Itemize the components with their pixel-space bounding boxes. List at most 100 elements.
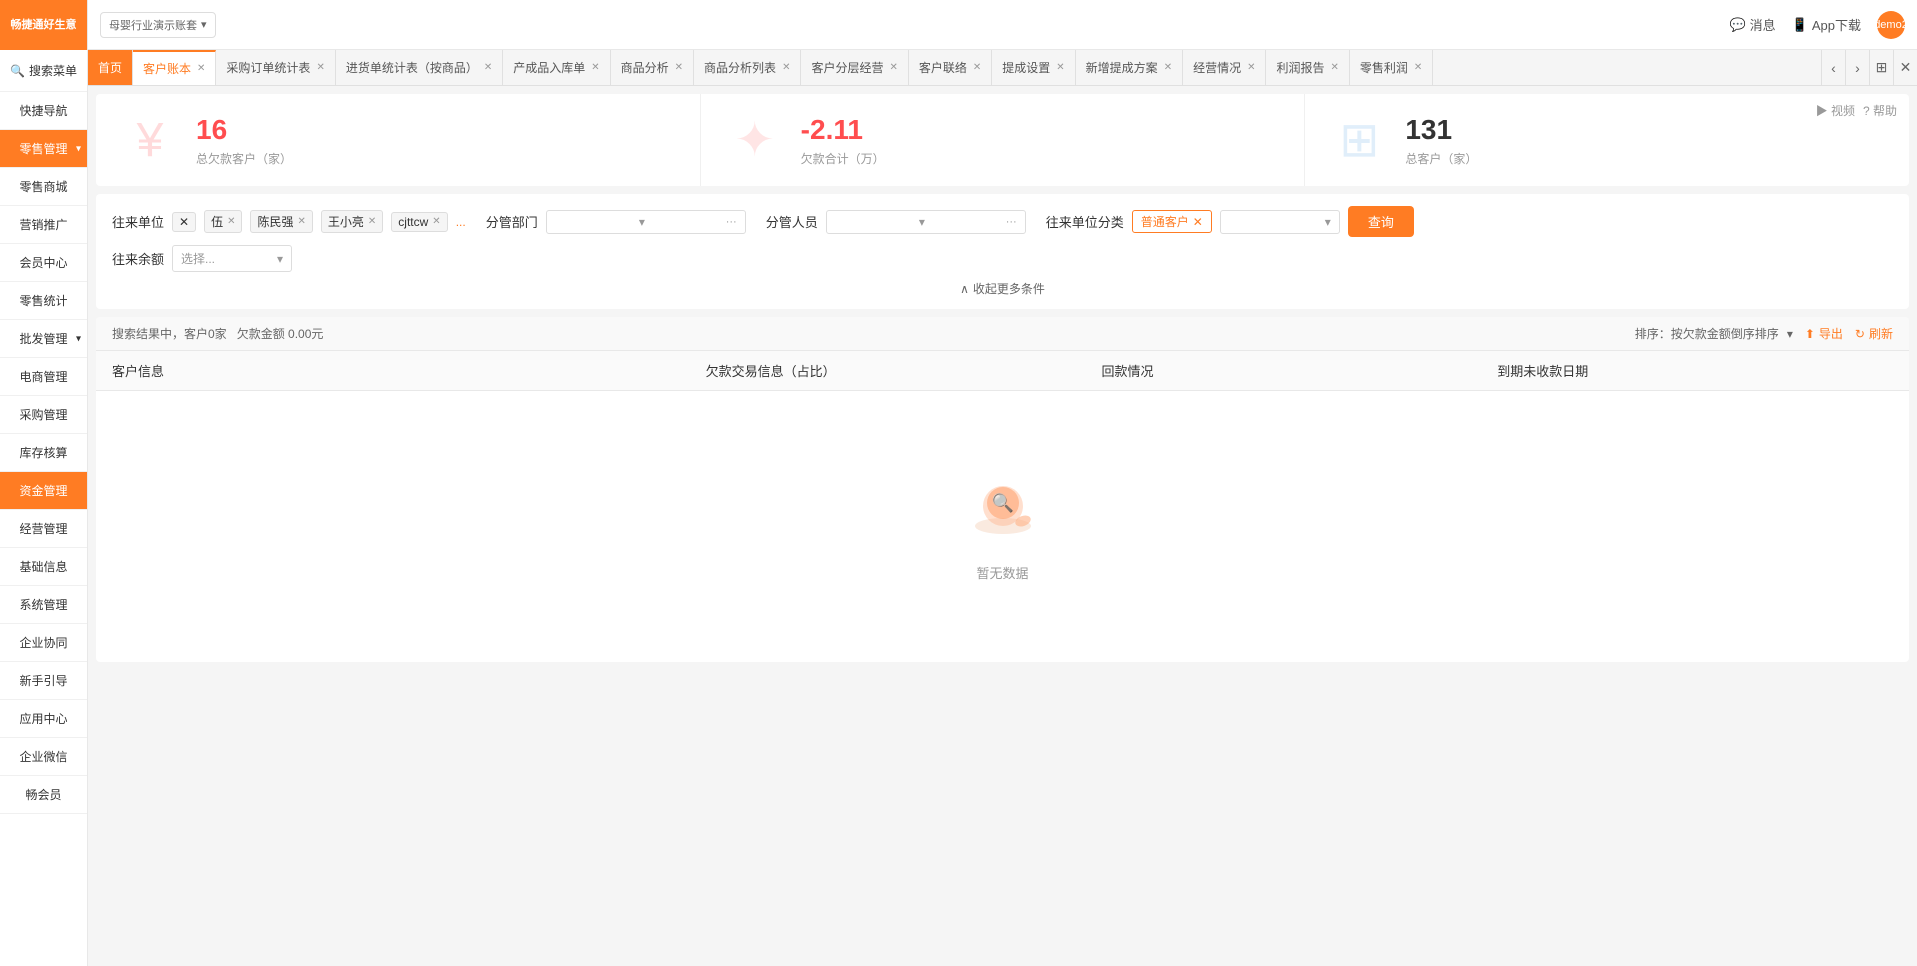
app-download-btn[interactable]: 📱 App下载 [1792,15,1861,34]
filter-tag-wu[interactable]: 伍 ✕ [204,210,242,233]
tab-operation[interactable]: 经营情况 ✕ [1183,50,1266,86]
sidebar-item-beginner[interactable]: 新手引导 [0,662,87,700]
stat-card-customers: ¥ 16 总欠款客户（家） [96,94,701,186]
filter-balance-select[interactable]: 选择... ▾ [172,245,292,272]
account-selector[interactable]: 母婴行业演示账套 ▾ [100,12,216,38]
sidebar-item-operations[interactable]: 经营管理 [0,510,87,548]
remove-tag-chen[interactable]: ✕ [298,216,306,227]
sidebar-item-member[interactable]: 会员中心 [0,244,87,282]
sidebar-item-retail-mgmt[interactable]: 零售管理 [0,130,87,168]
sidebar-item-retail-stats[interactable]: 零售统计 [0,282,87,320]
sidebar: 畅捷通好生意 🔍 搜索菜单 快捷导航 零售管理 零售商城 营销推广 会员中心 零… [0,0,88,966]
close-tab-customer-layer[interactable]: ✕ [889,62,897,73]
filter-unit-label: 往来单位 [112,212,164,231]
filter-dept-select[interactable]: ▾ ··· [546,210,746,234]
tab-close-all[interactable]: ✕ [1893,50,1917,86]
svg-text:🔍: 🔍 [991,491,1013,513]
tab-product-analysis-list[interactable]: 商品分析列表 ✕ [694,50,801,86]
tab-product-inbound[interactable]: 产成品入库单 ✕ [503,50,610,86]
stat-label-customers: 总欠款客户（家） [196,150,292,167]
sidebar-item-member2[interactable]: 畅会员 [0,776,87,814]
close-tab-new-commission[interactable]: ✕ [1164,62,1172,73]
sidebar-item-enterprise[interactable]: 企业协同 [0,624,87,662]
close-tab-product-analysis-list[interactable]: ✕ [782,62,790,73]
video-btn[interactable]: ▶ 视频 [1816,102,1855,119]
stat-value-customers: 16 [196,114,292,146]
filter-classify-tag[interactable]: 普通客户 ✕ [1132,210,1212,233]
stat-label-debt: 欠款合计（万） [801,150,885,167]
balance-select-arrow: ▾ [277,252,283,266]
collapse-btn[interactable]: ∧ 收起更多条件 [960,280,1045,297]
close-tab-commission-setting[interactable]: ✕ [1056,62,1064,73]
tab-retail-profit[interactable]: 零售利润 ✕ [1350,50,1433,86]
stat-content-debt: -2.11 欠款合计（万） [801,114,885,167]
close-tab-customer-ledger[interactable]: ✕ [197,63,205,74]
topbar-right: 💬 消息 📱 App下载 demo2 [1729,11,1905,39]
filter-tag-unit-prefix[interactable]: ✕ [172,212,196,232]
remove-tag-wu[interactable]: ✕ [227,216,235,227]
sidebar-item-app-center[interactable]: 应用中心 [0,700,87,738]
tab-expand-arrow[interactable]: ⊞ [1869,50,1893,86]
tab-new-commission[interactable]: 新增提成方案 ✕ [1076,50,1183,86]
close-tab-retail-profit[interactable]: ✕ [1414,62,1422,73]
tab-stock-stats[interactable]: 进货单统计表（按商品） ✕ [336,50,503,86]
sidebar-item-weixin[interactable]: 企业微信 [0,738,87,776]
sidebar-item-purchase[interactable]: 采购管理 [0,396,87,434]
classify-select-arrow: ▾ [1325,215,1331,229]
stat-card-debt: ✦ -2.11 欠款合计（万） [701,94,1306,186]
th-customer-info: 客户信息 [112,361,706,380]
close-tab-purchase-order[interactable]: ✕ [316,62,324,73]
sidebar-item-quick-nav[interactable]: 快捷导航 [0,92,87,130]
sidebar-item-basic-info[interactable]: 基础信息 [0,548,87,586]
tab-profit-report[interactable]: 利润报告 ✕ [1266,50,1349,86]
close-tab-stock-stats[interactable]: ✕ [484,62,492,73]
sidebar-item-ecommerce[interactable]: 电商管理 [0,358,87,396]
query-button[interactable]: 查询 [1348,206,1414,237]
filter-classify-select[interactable]: ▾ [1220,210,1340,234]
sort-area[interactable]: 排序：按欠款金额倒序排序 ▾ [1635,325,1793,342]
help-btn[interactable]: ? 帮助 [1863,102,1897,119]
phone-icon: 📱 [1792,17,1808,33]
tab-prev-arrow[interactable]: ‹ [1821,50,1845,86]
remove-tag-wang[interactable]: ✕ [368,216,376,227]
remove-classify-tag[interactable]: ✕ [1193,215,1203,229]
filter-row-1: 往来单位 ✕ 伍 ✕ 陈民强 ✕ 王小亮 ✕ cjttcw [112,206,1893,237]
filter-tag-chen[interactable]: 陈民强 ✕ [250,210,312,233]
close-tab-product-analysis[interactable]: ✕ [675,62,683,73]
close-tab-product-inbound[interactable]: ✕ [591,62,599,73]
tab-customer-contact[interactable]: 客户联络 ✕ [909,50,992,86]
sort-arrow: ▾ [1787,327,1793,341]
tab-customer-ledger[interactable]: 客户账本 ✕ [133,50,216,86]
stat-value-debt: -2.11 [801,114,885,146]
avatar[interactable]: demo2 [1877,11,1905,39]
th-repayment: 回款情况 [1101,361,1497,380]
filter-classify-label: 往来单位分类 [1046,212,1124,231]
tab-next-arrow[interactable]: › [1845,50,1869,86]
filter-person-select[interactable]: ▾ ··· [826,210,1026,234]
close-tab-customer-contact[interactable]: ✕ [973,62,981,73]
sidebar-item-finance[interactable]: 资金管理 [0,472,87,510]
sidebar-item-system[interactable]: 系统管理 [0,586,87,624]
message-btn[interactable]: 💬 消息 [1729,15,1775,34]
stat-label-total: 总客户（家） [1405,150,1477,167]
sidebar-item-inventory[interactable]: 库存核算 [0,434,87,472]
remove-tag-cjttcw[interactable]: ✕ [432,216,440,227]
tab-customer-layer[interactable]: 客户分层经营 ✕ [801,50,908,86]
filter-row-2: 往来余额 选择... ▾ [112,245,1893,272]
tab-home[interactable]: 首页 [88,50,133,86]
filter-tag-wang[interactable]: 王小亮 ✕ [321,210,383,233]
close-tab-profit-report[interactable]: ✕ [1331,62,1339,73]
tab-product-analysis[interactable]: 商品分析 ✕ [611,50,694,86]
sidebar-search-menu[interactable]: 🔍 搜索菜单 [0,50,87,92]
sidebar-item-retail-mall[interactable]: 零售商城 [0,168,87,206]
sidebar-item-wholesale[interactable]: 批发管理 [0,320,87,358]
export-btn[interactable]: ⬆ 导出 [1805,325,1843,342]
tab-purchase-order[interactable]: 采购订单统计表 ✕ [216,50,335,86]
refresh-btn[interactable]: ↻ 刷新 [1855,325,1893,342]
filter-tag-cjttcw[interactable]: cjttcw ✕ [391,212,447,232]
tab-commission-setting[interactable]: 提成设置 ✕ [992,50,1075,86]
more-tags-btn[interactable]: ... [456,215,466,229]
close-tab-operation[interactable]: ✕ [1247,62,1255,73]
filter-dept-label: 分管部门 [486,212,538,231]
sidebar-item-marketing[interactable]: 营销推广 [0,206,87,244]
